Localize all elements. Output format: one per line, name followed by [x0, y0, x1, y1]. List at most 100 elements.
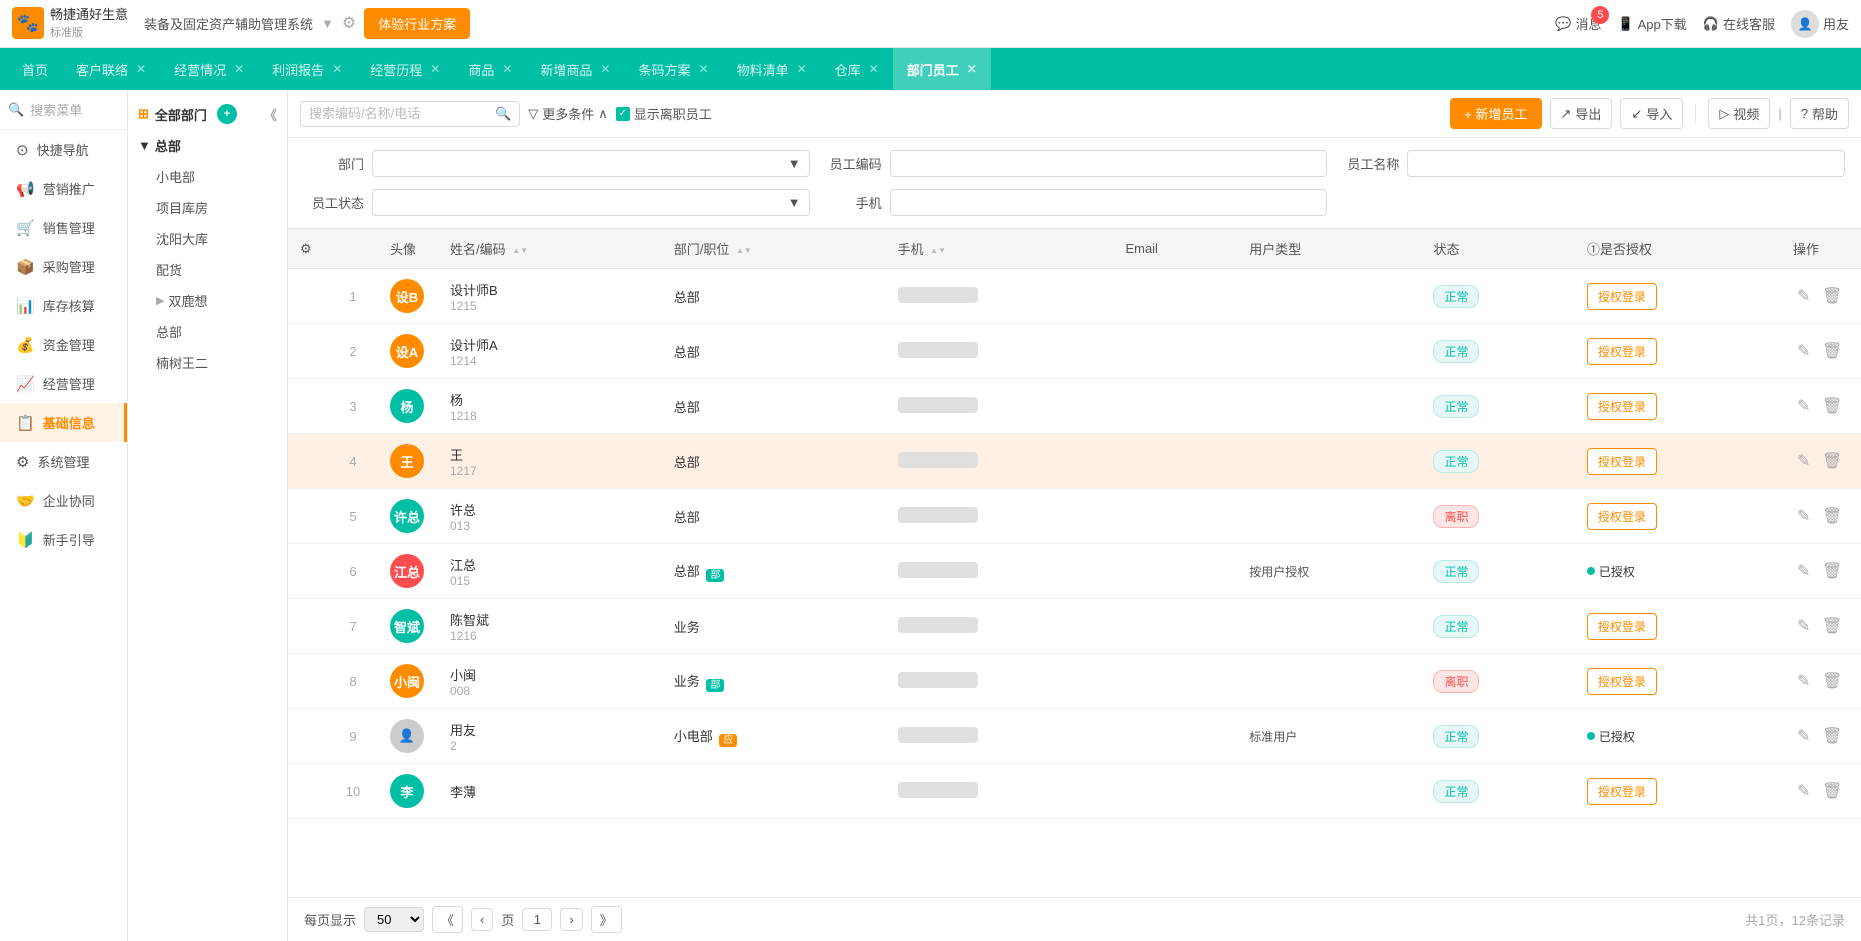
add-employee-button[interactable]: + 新增员工: [1450, 98, 1541, 129]
user-area[interactable]: 👤 用友: [1791, 10, 1849, 38]
add-dept-icon[interactable]: +: [217, 104, 237, 124]
sidebar-item-marketing[interactable]: 📢 营销推广: [0, 169, 127, 208]
auth-login-button[interactable]: 授权登录: [1587, 283, 1657, 310]
edit-button[interactable]: ✎: [1793, 339, 1814, 363]
edit-button[interactable]: ✎: [1793, 614, 1814, 638]
delete-button[interactable]: 🗑: [1818, 614, 1846, 638]
auth-login-button[interactable]: 授权登录: [1587, 613, 1657, 640]
tab-history[interactable]: 经营历程✕: [356, 48, 454, 90]
delete-button[interactable]: 🗑: [1818, 339, 1846, 363]
sidebar-item-quick-nav[interactable]: ⊙ 快捷导航: [0, 130, 127, 169]
auth-login-button[interactable]: 授权登录: [1587, 668, 1657, 695]
message-item[interactable]: 💬 消息 5: [1555, 14, 1601, 33]
sidebar-item-guide[interactable]: 🔰 新手引导: [0, 520, 127, 559]
emp-code-input[interactable]: [890, 150, 1328, 177]
sidebar-item-inventory[interactable]: 📊 库存核算: [0, 286, 127, 325]
auth-login-button[interactable]: 授权登录: [1587, 338, 1657, 365]
help-icon[interactable]: |: [1778, 106, 1781, 121]
sort-icon[interactable]: ▲▼: [512, 247, 528, 255]
close-icon[interactable]: ✕: [600, 62, 610, 76]
dept-node-zongbu[interactable]: 总部: [128, 316, 287, 347]
auth-login-button[interactable]: 授权登录: [1587, 448, 1657, 475]
settings-icon[interactable]: ⚙: [300, 241, 312, 256]
tab-warehouse[interactable]: 仓库✕: [821, 48, 893, 90]
edit-button[interactable]: ✎: [1793, 669, 1814, 693]
edit-button[interactable]: ✎: [1793, 284, 1814, 308]
sidebar-item-basic[interactable]: 📋 基础信息: [0, 403, 127, 442]
dept-node-project[interactable]: 项目库房: [128, 192, 287, 223]
tab-home[interactable]: 首页: [8, 48, 62, 90]
dept-node-shuanglu[interactable]: ▶ 双鹿想: [128, 285, 287, 316]
tab-employees[interactable]: 部门员工✕: [893, 48, 991, 90]
edit-button[interactable]: ✎: [1793, 724, 1814, 748]
tab-customer[interactable]: 客户联络✕: [62, 48, 160, 90]
close-icon[interactable]: ✕: [797, 62, 807, 76]
show-resigned-checkbox[interactable]: ✓ 显示离职员工: [616, 104, 712, 123]
sidebar-item-sales[interactable]: 🛒 销售管理: [0, 208, 127, 247]
delete-button[interactable]: 🗑: [1818, 284, 1846, 308]
app-download-item[interactable]: 📱 App下载: [1617, 14, 1686, 33]
edit-button[interactable]: ✎: [1793, 779, 1814, 803]
gear-icon[interactable]: ⚙: [342, 13, 356, 33]
dropdown-arrow-icon[interactable]: ▼: [321, 16, 334, 31]
auth-login-button[interactable]: 授权登录: [1587, 503, 1657, 530]
close-icon[interactable]: ✕: [430, 62, 440, 76]
auth-login-button[interactable]: 授权登录: [1587, 778, 1657, 805]
tab-profit[interactable]: 利润报告✕: [258, 48, 356, 90]
sidebar-item-finance[interactable]: 💰 资金管理: [0, 325, 127, 364]
close-icon[interactable]: ✕: [699, 62, 709, 76]
search-box[interactable]: 🔍: [300, 101, 520, 127]
dept-select[interactable]: ▼: [372, 150, 810, 177]
sort-icon[interactable]: ▲▼: [736, 247, 752, 255]
tab-barcode[interactable]: 条码方案✕: [624, 48, 722, 90]
edit-button[interactable]: ✎: [1793, 449, 1814, 473]
tab-operation[interactable]: 经营情况✕: [160, 48, 258, 90]
delete-button[interactable]: 🗑: [1818, 394, 1846, 418]
phone-input[interactable]: [890, 189, 1328, 216]
sidebar-search[interactable]: 🔍 搜索菜单: [0, 90, 127, 130]
dept-node-shenyang[interactable]: 沈阳大库: [128, 223, 287, 254]
sidebar-item-purchase[interactable]: 📦 采购管理: [0, 247, 127, 286]
video-button[interactable]: ▷ 视频: [1708, 98, 1770, 129]
more-filter-button[interactable]: ▽ 更多条件 ∧: [528, 104, 608, 123]
import-button[interactable]: ↙ 导入: [1620, 98, 1683, 129]
help-button[interactable]: ? 帮助: [1790, 98, 1849, 129]
dept-node-nanshu[interactable]: 楠树王二: [128, 347, 287, 378]
delete-button[interactable]: 🗑: [1818, 504, 1846, 528]
close-icon[interactable]: ✕: [234, 62, 244, 76]
first-page-button[interactable]: 《: [432, 906, 463, 933]
dept-node-root[interactable]: ▼ 总部: [128, 130, 287, 161]
delete-button[interactable]: 🗑: [1818, 724, 1846, 748]
last-page-button[interactable]: 》: [591, 906, 622, 933]
close-icon[interactable]: ✕: [502, 62, 512, 76]
auth-login-button[interactable]: 授权登录: [1587, 393, 1657, 420]
dept-node-peihuo[interactable]: 配货: [128, 254, 287, 285]
sort-icon[interactable]: ▲▼: [930, 247, 946, 255]
service-item[interactable]: 🎧 在线客服: [1703, 14, 1775, 33]
next-page-button[interactable]: ›: [560, 908, 582, 931]
edit-button[interactable]: ✎: [1793, 559, 1814, 583]
collapse-icon[interactable]: 《: [264, 105, 277, 124]
edit-button[interactable]: ✎: [1793, 504, 1814, 528]
sidebar-item-operation[interactable]: 📈 经营管理: [0, 364, 127, 403]
close-icon[interactable]: ✕: [869, 62, 879, 76]
close-icon[interactable]: ✕: [332, 62, 342, 76]
dept-node-xiaodibu[interactable]: 小电部: [128, 161, 287, 192]
sidebar-item-system[interactable]: ⚙ 系统管理: [0, 442, 127, 481]
delete-button[interactable]: 🗑: [1818, 449, 1846, 473]
sidebar-item-collab[interactable]: 🤝 企业协同: [0, 481, 127, 520]
prev-page-button[interactable]: ‹: [471, 908, 493, 931]
delete-button[interactable]: 🗑: [1818, 779, 1846, 803]
delete-button[interactable]: 🗑: [1818, 669, 1846, 693]
search-input[interactable]: [309, 106, 489, 121]
close-icon[interactable]: ✕: [136, 62, 146, 76]
emp-status-select[interactable]: ▼: [372, 189, 810, 216]
emp-name-input[interactable]: [1407, 150, 1845, 177]
export-button[interactable]: ↗ 导出: [1550, 98, 1613, 129]
edit-button[interactable]: ✎: [1793, 394, 1814, 418]
trial-button[interactable]: 体验行业方案: [364, 8, 470, 39]
tab-bom[interactable]: 物料清单✕: [723, 48, 821, 90]
tab-goods[interactable]: 商品✕: [454, 48, 526, 90]
page-size-select[interactable]: 50 100: [364, 907, 424, 932]
delete-button[interactable]: 🗑: [1818, 559, 1846, 583]
